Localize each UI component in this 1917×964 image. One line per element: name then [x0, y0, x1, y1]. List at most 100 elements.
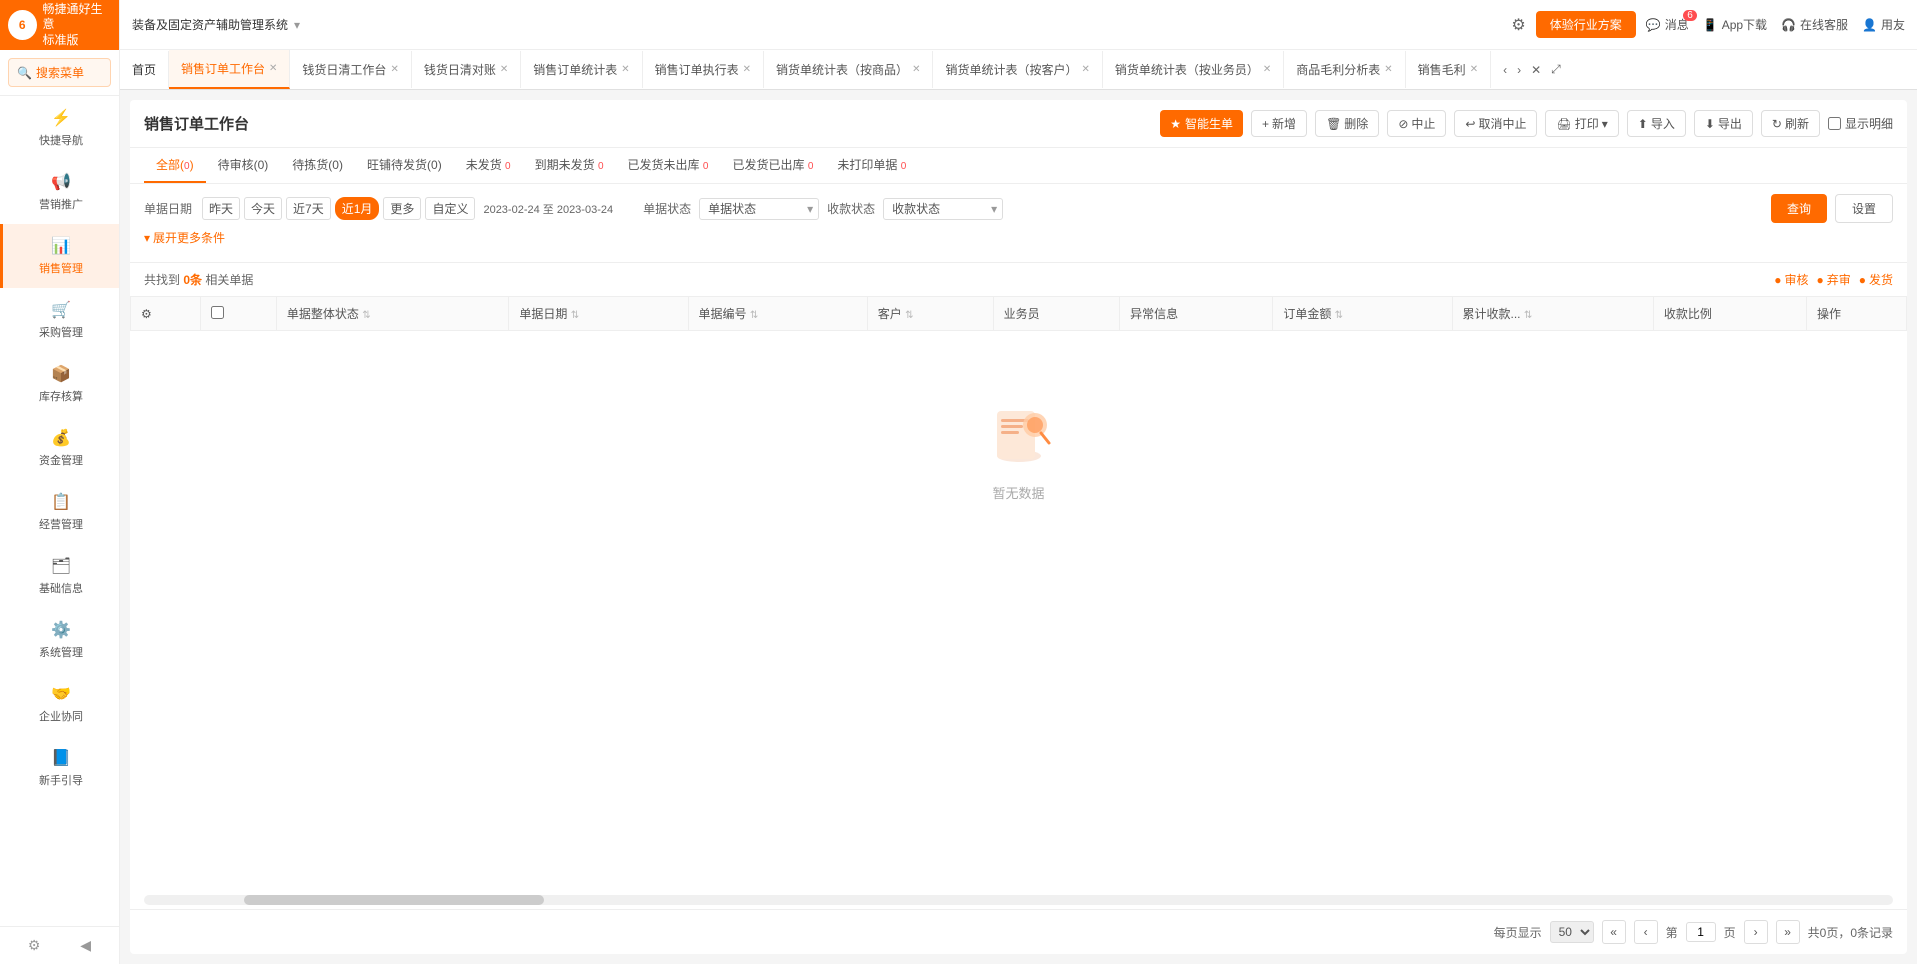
prev-page-button[interactable]: ‹	[1634, 920, 1658, 944]
sidebar-item-quick-nav[interactable]: ⚡ 快捷导航	[0, 96, 119, 160]
sub-tab-not-printed[interactable]: 未打印单据 0	[825, 148, 918, 183]
col-ratio[interactable]: 收款比例	[1653, 297, 1806, 331]
tab-sales-order[interactable]: 销售订单工作台 ✕	[169, 50, 290, 89]
page-size-select[interactable]: 50	[1550, 921, 1594, 943]
stop-button[interactable]: ⊘ 中止	[1387, 110, 1446, 137]
tab-home[interactable]: 首页	[120, 51, 169, 88]
tab-next-icon[interactable]: ›	[1513, 59, 1525, 81]
sidebar-item-finance[interactable]: 💰 资金管理	[0, 416, 119, 480]
tab-cash-reconcile[interactable]: 钱货日清对账 ✕	[412, 51, 521, 88]
date-btn-more[interactable]: 更多	[383, 197, 421, 220]
col-amount[interactable]: 订单金额 ⇅	[1273, 297, 1452, 331]
refresh-button[interactable]: ↻ 刷新	[1761, 110, 1820, 137]
sub-tab-overdue[interactable]: 到期未发货 0	[523, 148, 616, 183]
tab-fullscreen-icon[interactable]: ⤢	[1547, 58, 1565, 81]
sub-tab-shipped-out[interactable]: 已发货已出库 0	[720, 148, 825, 183]
tab-sales-profit[interactable]: 销售毛利 ✕	[1406, 51, 1491, 88]
col-abnormal[interactable]: 异常信息	[1120, 297, 1273, 331]
expand-filter-button[interactable]: ▾ 展开更多条件	[144, 229, 225, 246]
trial-button[interactable]: 体验行业方案	[1536, 11, 1636, 38]
settings-icon[interactable]: ⚙	[1511, 15, 1525, 35]
tab-sales-stats[interactable]: 销售订单统计表 ✕	[521, 51, 642, 88]
smart-order-button[interactable]: ★ 智能生单	[1160, 110, 1243, 137]
page-input[interactable]	[1686, 922, 1716, 942]
delete-button[interactable]: 🗑 删除	[1315, 110, 1379, 137]
status-select[interactable]: 单据状态	[699, 198, 819, 220]
tab-sales-summary-customer[interactable]: 销货单统计表（按客户） ✕	[933, 51, 1102, 88]
print-button[interactable]: 🖨 打印 ▾	[1545, 110, 1618, 137]
col-settings[interactable]: ⚙	[131, 297, 201, 331]
sub-tab-pending-inspect[interactable]: 待拣货(0)	[280, 148, 355, 183]
bulk-cancel-review-button[interactable]: ● 弃审	[1816, 271, 1850, 288]
setting-button[interactable]: 设置	[1835, 194, 1893, 223]
date-btn-today[interactable]: 今天	[244, 197, 282, 220]
tab-close-all-icon[interactable]: ✕	[1527, 59, 1545, 81]
sidebar-item-purchase[interactable]: 🛒 采购管理	[0, 288, 119, 352]
show-detail-checkbox[interactable]: 显示明细	[1828, 115, 1893, 132]
close-tab-icon[interactable]: ✕	[1470, 64, 1478, 75]
settings-bottom-btn[interactable]: ⚙	[28, 937, 41, 954]
bulk-review-button[interactable]: ● 审核	[1774, 271, 1808, 288]
sidebar-item-marketing[interactable]: 📢 营销推广	[0, 160, 119, 224]
tab-prev-icon[interactable]: ‹	[1499, 59, 1511, 81]
close-tab-icon[interactable]: ✕	[621, 64, 629, 75]
cancel-stop-button[interactable]: ↩ 取消中止	[1454, 110, 1537, 137]
date-btn-1month[interactable]: 近1月	[335, 197, 380, 220]
sub-tab-all[interactable]: 全部(0)	[144, 148, 206, 183]
import-button[interactable]: ⬆ 导入	[1627, 110, 1686, 137]
sub-tab-pending-review[interactable]: 待审核(0)	[206, 148, 281, 183]
col-date[interactable]: 单据日期 ⇅	[509, 297, 688, 331]
app-download-item[interactable]: 📱 App下载	[1703, 16, 1767, 33]
tab-goods-margin[interactable]: 商品毛利分析表 ✕	[1284, 51, 1405, 88]
col-number[interactable]: 单据编号 ⇅	[688, 297, 867, 331]
col-collected[interactable]: 累计收款... ⇅	[1452, 297, 1653, 331]
sub-tab-not-shipped[interactable]: 未发货 0	[454, 148, 523, 183]
sidebar-item-sales[interactable]: 📊 销售管理	[0, 224, 119, 288]
next-page-button[interactable]: ›	[1744, 920, 1768, 944]
sub-tab-shipped-not-out[interactable]: 已发货未出库 0	[616, 148, 721, 183]
first-page-button[interactable]: «	[1602, 920, 1626, 944]
table-container: ⚙ 单据整体状态 ⇅ 单据日期 ⇅ 单据编号	[130, 296, 1907, 891]
col-staff[interactable]: 业务员	[993, 297, 1120, 331]
query-button[interactable]: 查询	[1771, 194, 1827, 223]
sidebar-item-cooperation[interactable]: 🤝 企业协同	[0, 672, 119, 736]
message-item[interactable]: 💬 消息 6	[1646, 16, 1689, 33]
sidebar-item-system[interactable]: ⚙️ 系统管理	[0, 608, 119, 672]
date-btn-yesterday[interactable]: 昨天	[202, 197, 240, 220]
user-item[interactable]: 👤 用友	[1862, 16, 1905, 33]
collapse-btn[interactable]: ◀	[80, 937, 91, 954]
col-checkbox[interactable]	[201, 297, 276, 331]
scrollbar-thumb[interactable]	[244, 895, 544, 905]
export-button[interactable]: ⬇ 导出	[1694, 110, 1753, 137]
sidebar-item-basic[interactable]: 🗂 基础信息	[0, 544, 119, 608]
sidebar-item-guide[interactable]: 📘 新手引导	[0, 736, 119, 800]
main-area: 装备及固定资产辅助管理系统 ▾ ⚙ 体验行业方案 💬 消息 6 📱 App下载 …	[120, 0, 1917, 964]
tab-sales-summary-staff[interactable]: 销货单统计表（按业务员） ✕	[1103, 51, 1284, 88]
sidebar-item-inventory[interactable]: 📦 库存核算	[0, 352, 119, 416]
close-tab-icon[interactable]: ✕	[743, 64, 751, 75]
sidebar-item-operations[interactable]: 📋 经营管理	[0, 480, 119, 544]
filter-row-2: ▾ 展开更多条件	[144, 229, 1893, 246]
search-menu-button[interactable]: 🔍 搜索菜单	[8, 58, 111, 87]
payment-select[interactable]: 收款状态	[883, 198, 1003, 220]
online-service-item[interactable]: 🎧 在线客服	[1781, 16, 1848, 33]
sub-tab-wangpu[interactable]: 旺铺待发货(0)	[355, 148, 454, 183]
add-button[interactable]: + 新增	[1251, 110, 1307, 137]
close-tab-icon[interactable]: ✕	[1384, 64, 1392, 75]
tab-sales-summary-product[interactable]: 销货单统计表（按商品） ✕	[764, 51, 933, 88]
close-tab-icon[interactable]: ✕	[912, 64, 920, 75]
close-tab-icon[interactable]: ✕	[500, 64, 508, 75]
horizontal-scrollbar[interactable]	[144, 895, 1893, 905]
date-btn-custom[interactable]: 自定义	[425, 197, 475, 220]
date-btn-7days[interactable]: 近7天	[286, 197, 331, 220]
tab-cash-daily[interactable]: 钱货日清工作台 ✕	[290, 51, 411, 88]
tab-sales-exec[interactable]: 销售订单执行表 ✕	[643, 51, 764, 88]
col-customer[interactable]: 客户 ⇅	[867, 297, 993, 331]
col-status[interactable]: 单据整体状态 ⇅	[276, 297, 508, 331]
close-tab-icon[interactable]: ✕	[1081, 64, 1089, 75]
close-tab-icon[interactable]: ✕	[390, 64, 398, 75]
last-page-button[interactable]: »	[1776, 920, 1800, 944]
close-tab-icon[interactable]: ✕	[269, 63, 277, 74]
close-tab-icon[interactable]: ✕	[1263, 64, 1271, 75]
bulk-ship-button[interactable]: ● 发货	[1859, 271, 1893, 288]
